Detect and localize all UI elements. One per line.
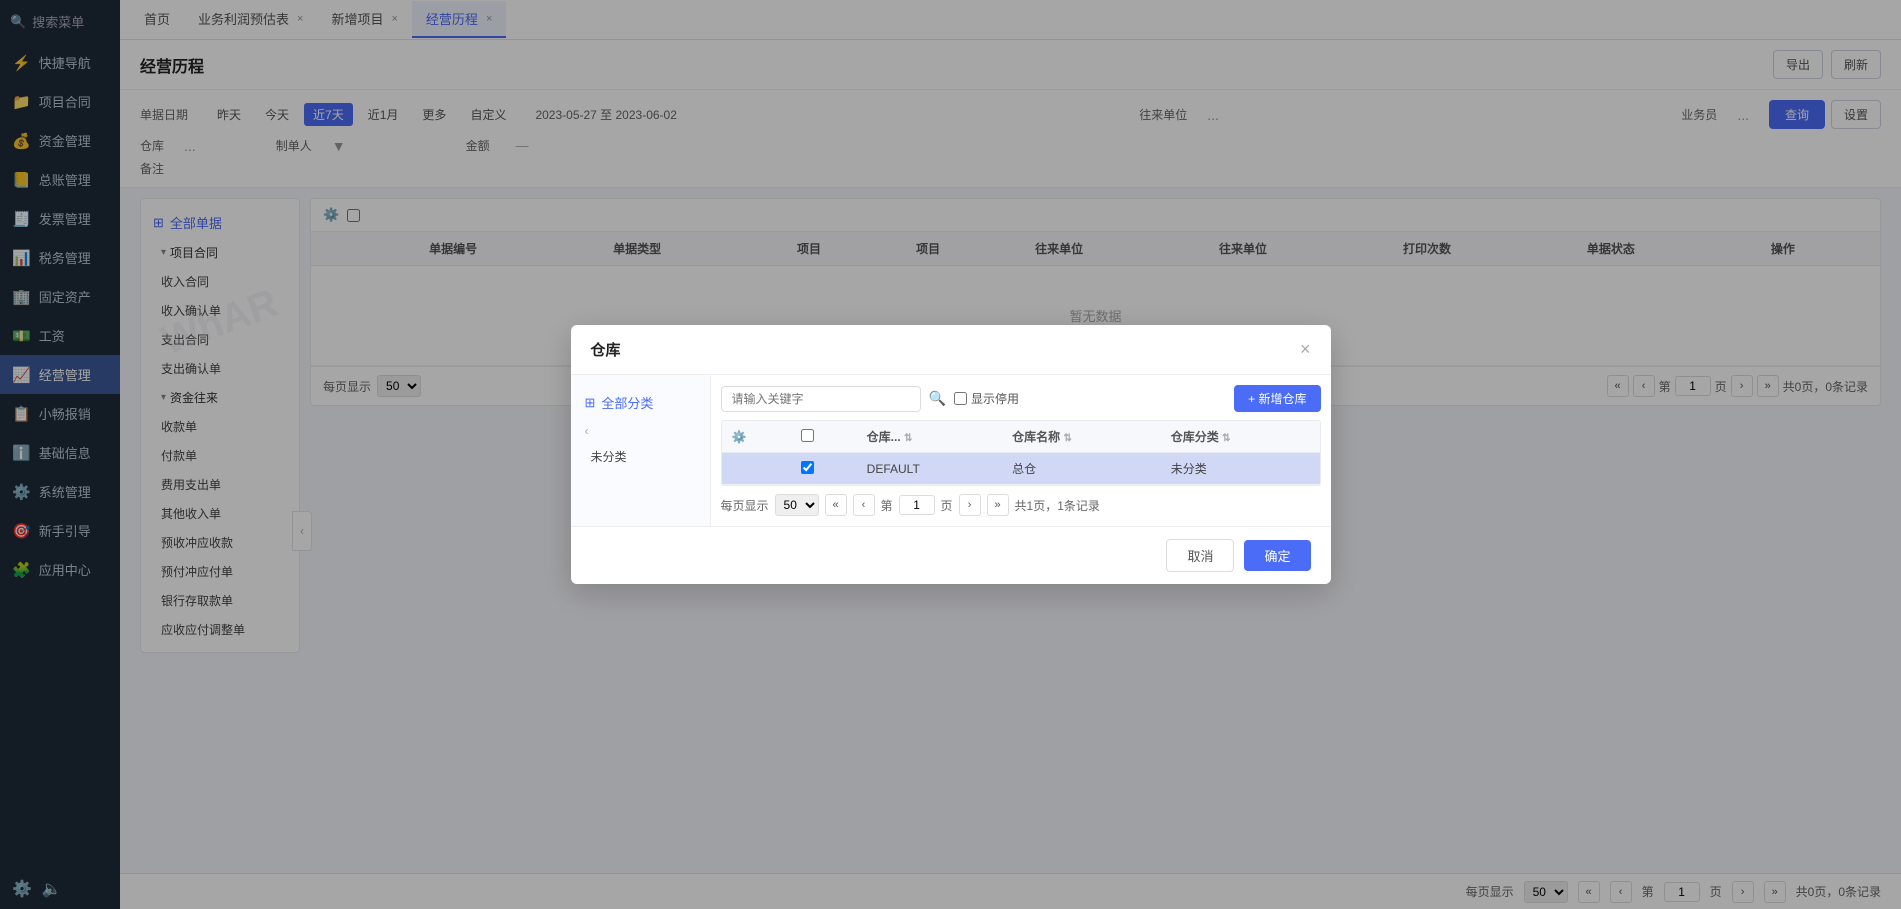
col-category-label: 仓库分类 — [1171, 430, 1219, 444]
modal-footer-actions: 取消 确定 — [571, 526, 1331, 584]
modal-left-collapse-icon[interactable]: ‹ — [585, 424, 589, 438]
warehouse-modal: 仓库 × ⊞ 全部分类 ‹ 未分类 — [571, 325, 1331, 584]
row-settings — [722, 453, 792, 485]
show-disabled-text: 显示停用 — [971, 390, 1019, 407]
modal-toolbar: 🔍 显示停用 + 新增仓库 — [721, 385, 1321, 412]
row-category: 未分类 — [1161, 453, 1320, 485]
modal-all-category[interactable]: ⊞ 全部分类 — [571, 385, 710, 420]
modal-title: 仓库 — [591, 339, 621, 360]
modal-left-panel: ⊞ 全部分类 ‹ 未分类 — [571, 375, 711, 526]
modal-right-panel: 🔍 显示停用 + 新增仓库 ⚙️ — [711, 375, 1331, 526]
col-name-label: 仓库名称 — [1012, 430, 1060, 444]
modal-first-btn[interactable]: « — [825, 494, 847, 516]
modal-total-info: 共1页，1条记录 — [1015, 497, 1100, 514]
show-disabled-checkbox[interactable] — [954, 392, 967, 405]
row-select-checkbox[interactable] — [801, 461, 814, 474]
modal-prev-btn[interactable]: ‹ — [853, 494, 875, 516]
modal-per-page-label: 每页显示 — [721, 497, 769, 514]
sort-icon-code: ⇅ — [904, 433, 912, 444]
modal-last-btn[interactable]: » — [987, 494, 1009, 516]
add-warehouse-button[interactable]: + 新增仓库 — [1234, 385, 1320, 412]
modal-page-suffix: 页 — [941, 497, 953, 514]
modal-close-btn[interactable]: × — [1300, 339, 1311, 360]
modal-col-code[interactable]: 仓库... ⇅ — [857, 421, 1002, 453]
grid-icon-modal: ⊞ — [585, 395, 596, 411]
unclassified-label: 未分类 — [591, 450, 627, 464]
show-disabled-label[interactable]: 显示停用 — [954, 390, 1019, 407]
modal-next-btn[interactable]: › — [959, 494, 981, 516]
all-category-label: 全部分类 — [601, 393, 653, 412]
sort-icon-name: ⇅ — [1064, 433, 1072, 444]
sort-icon-category: ⇅ — [1222, 433, 1230, 444]
modal-search-button[interactable]: 🔍 — [929, 390, 946, 407]
modal-table-wrap: ⚙️ 仓库... ⇅ 仓库名称 — [721, 420, 1321, 486]
table-row[interactable]: DEFAULT 总仓 未分类 — [722, 453, 1320, 485]
modal-overlay: 仓库 × ⊞ 全部分类 ‹ 未分类 — [0, 0, 1901, 909]
modal-header: 仓库 × — [571, 325, 1331, 375]
modal-pagination: 每页显示 50 « ‹ 第 页 › » 共1页，1条记录 — [721, 486, 1321, 516]
modal-table-select-all[interactable] — [801, 429, 814, 442]
modal-body: ⊞ 全部分类 ‹ 未分类 🔍 显示停用 — [571, 375, 1331, 526]
row-checkbox — [791, 453, 857, 485]
modal-page-input[interactable] — [899, 495, 935, 515]
settings-col-icon: ⚙️ — [732, 430, 747, 444]
modal-warehouse-table: ⚙️ 仓库... ⇅ 仓库名称 — [722, 421, 1320, 485]
modal-col-name[interactable]: 仓库名称 ⇅ — [1002, 421, 1161, 453]
modal-confirm-button[interactable]: 确定 — [1244, 540, 1310, 571]
row-name: 总仓 — [1002, 453, 1161, 485]
modal-cancel-button[interactable]: 取消 — [1166, 539, 1234, 572]
modal-page-prefix: 第 — [881, 497, 893, 514]
col-code-label: 仓库... — [867, 430, 901, 444]
modal-search-input[interactable] — [721, 386, 921, 412]
modal-col-checkbox — [791, 421, 857, 453]
row-code: DEFAULT — [857, 453, 1002, 485]
modal-col-category[interactable]: 仓库分类 ⇅ — [1161, 421, 1320, 453]
modal-per-page-select[interactable]: 50 — [775, 494, 819, 516]
modal-col-settings[interactable]: ⚙️ — [722, 421, 792, 453]
modal-unclassified[interactable]: 未分类 — [571, 442, 710, 471]
